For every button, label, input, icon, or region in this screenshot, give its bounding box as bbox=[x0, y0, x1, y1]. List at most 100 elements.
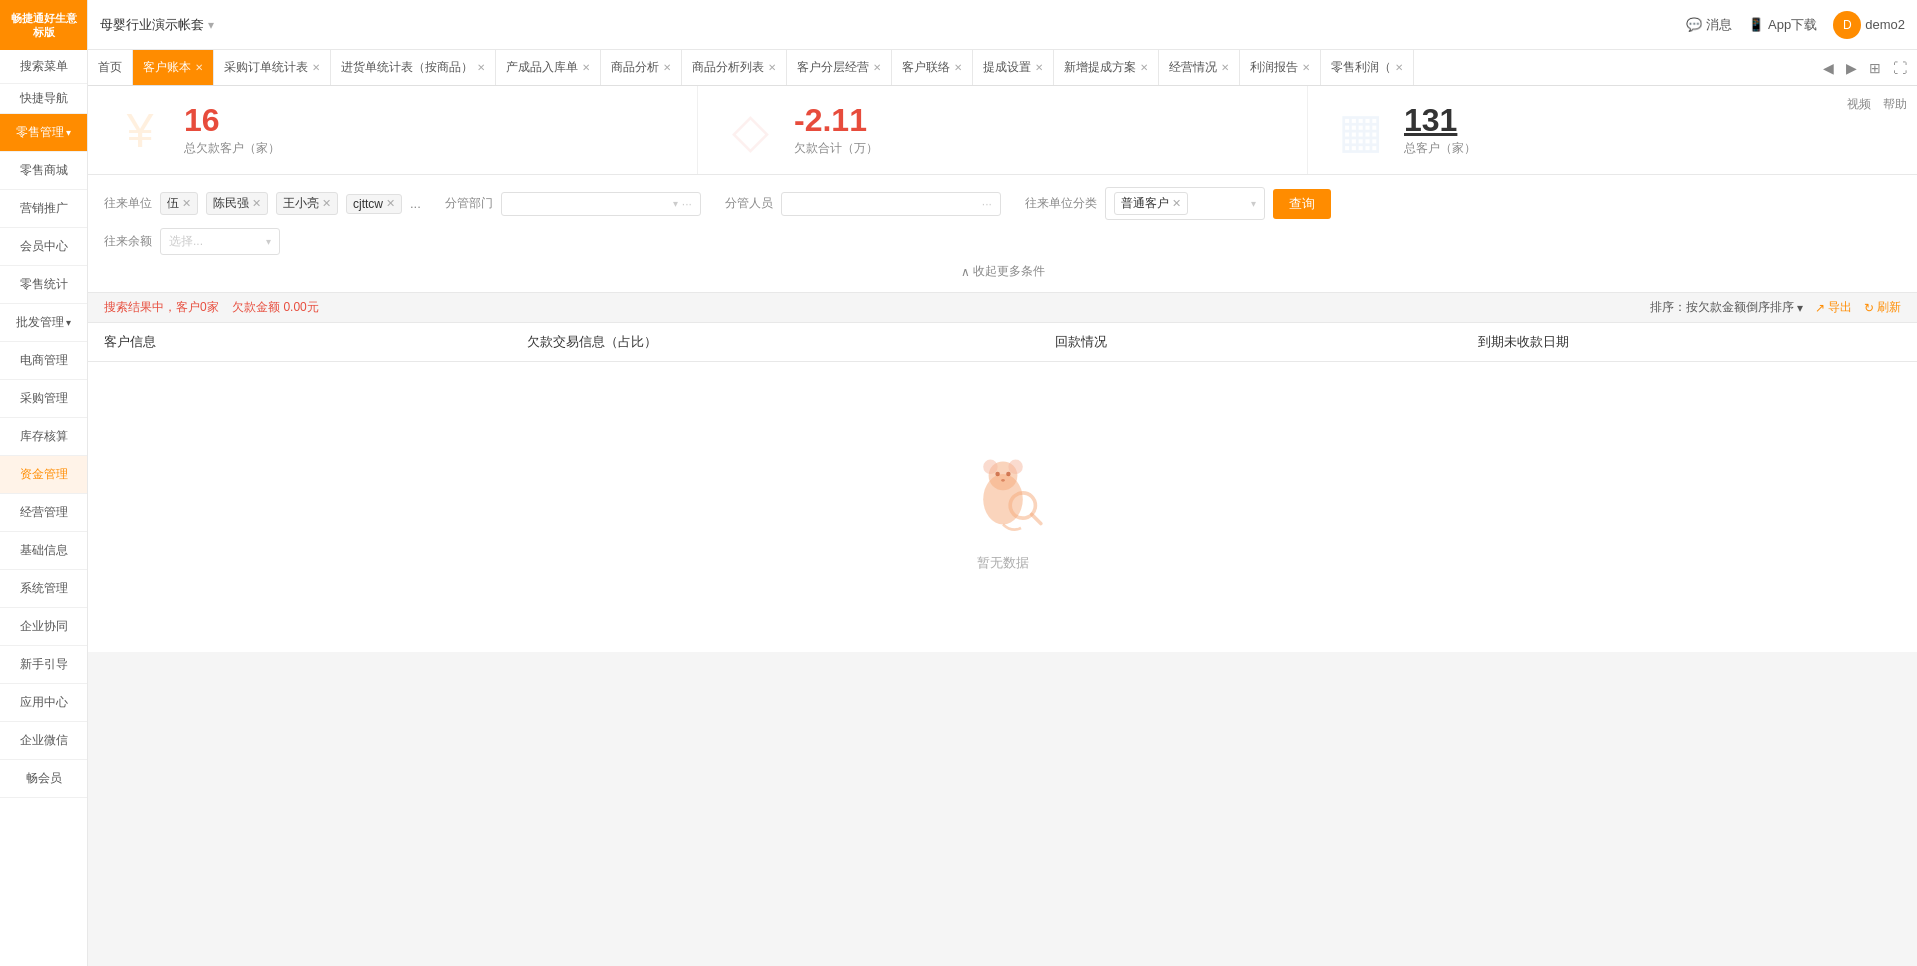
filter-unit-class-dropdown[interactable]: 普通客户 ✕ ▾ bbox=[1105, 187, 1265, 220]
tab-close-promotion-settings[interactable]: ✕ bbox=[1035, 62, 1043, 73]
filter-tag-unit-4[interactable]: cjttcw ✕ bbox=[346, 194, 402, 214]
svg-point-2 bbox=[983, 460, 997, 474]
tab-instock-stats[interactable]: 进货单统计表（按商品） ✕ bbox=[331, 50, 496, 86]
tab-profit-report[interactable]: 利润报告 ✕ bbox=[1240, 50, 1321, 86]
collapse-button[interactable]: ∧ 收起更多条件 bbox=[961, 263, 1045, 280]
filter-tag-unit-2[interactable]: 陈民强 ✕ bbox=[206, 192, 268, 215]
sidebar-item-member-center[interactable]: 会员中心 bbox=[0, 228, 87, 266]
tab-next-btn[interactable]: ▶ bbox=[1842, 58, 1861, 78]
sidebar-item-wholesale-mgmt[interactable]: 批发管理 ▾ bbox=[0, 304, 87, 342]
account-selector[interactable]: 母婴行业演示帐套 ▾ bbox=[100, 16, 214, 34]
sidebar-item-retail-mgmt[interactable]: 零售管理 ▾ bbox=[0, 114, 87, 152]
tab-customer-contact[interactable]: 客户联络 ✕ bbox=[892, 50, 973, 86]
tab-fullscreen-btn[interactable]: ⛶ bbox=[1889, 58, 1911, 78]
tab-close-new-promotion-plan[interactable]: ✕ bbox=[1140, 62, 1148, 73]
sidebar-item-purchase-mgmt[interactable]: 采购管理 bbox=[0, 380, 87, 418]
filter-tag-unit-1[interactable]: 伍 ✕ bbox=[160, 192, 198, 215]
stat-label-total-customers: 总客户（家） bbox=[1404, 140, 1476, 157]
stat-value-debt-customers: 16 bbox=[184, 104, 280, 136]
filter-tag-close-4[interactable]: ✕ bbox=[386, 197, 395, 210]
sidebar-item-operation[interactable]: 经营管理 bbox=[0, 494, 87, 532]
tab-close-product-analysis[interactable]: ✕ bbox=[663, 62, 671, 73]
filter-balance-dropdown[interactable]: 选择... ▾ bbox=[160, 228, 280, 255]
tab-customers[interactable]: 客户账本 ✕ bbox=[133, 50, 214, 86]
svg-point-4 bbox=[995, 472, 1000, 477]
topbar: 母婴行业演示帐套 ▾ 💬 消息 📱 App下载 D demo2 bbox=[88, 0, 1917, 50]
tab-close-customer-contact[interactable]: ✕ bbox=[954, 62, 962, 73]
sidebar-item-basic-info[interactable]: 基础信息 bbox=[0, 532, 87, 570]
tab-close-product-instock[interactable]: ✕ bbox=[582, 62, 590, 73]
tab-close-purchase-order[interactable]: ✕ bbox=[312, 62, 320, 73]
more-icon: ··· bbox=[682, 197, 692, 211]
download-icon: 📱 bbox=[1748, 17, 1764, 32]
export-button[interactable]: ↗ 导出 bbox=[1815, 299, 1852, 316]
message-icon: 💬 bbox=[1686, 17, 1702, 32]
sidebar-item-app-center[interactable]: 应用中心 bbox=[0, 684, 87, 722]
sidebar-item-vip-member[interactable]: 畅会员 bbox=[0, 760, 87, 798]
tab-close-operation-status[interactable]: ✕ bbox=[1221, 62, 1229, 73]
filter-category-tag: 普通客户 ✕ bbox=[1114, 192, 1188, 215]
empty-icon bbox=[953, 442, 1053, 542]
table-header: 客户信息 欠款交易信息（占比） 回款情况 到期未收款日期 bbox=[88, 323, 1917, 362]
stat-info-total-customers: 131 总客户（家） bbox=[1404, 104, 1476, 157]
chevron-down-icon: ▾ bbox=[266, 236, 271, 247]
tab-purchase-order[interactable]: 采购订单统计表 ✕ bbox=[214, 50, 331, 86]
sidebar-item-enterprise-wechat[interactable]: 企业微信 bbox=[0, 722, 87, 760]
app-download-btn[interactable]: 📱 App下载 bbox=[1748, 16, 1817, 34]
filter-person-input[interactable]: ··· bbox=[781, 192, 1001, 216]
stat-label-debt-total: 欠款合计（万） bbox=[794, 140, 878, 157]
tab-close-customer-tier[interactable]: ✕ bbox=[873, 62, 881, 73]
sort-selector[interactable]: 排序：按欠款金额倒序排序 ▾ bbox=[1650, 299, 1803, 316]
tab-product-analysis[interactable]: 商品分析 ✕ bbox=[601, 50, 682, 86]
tab-close-retail-profit[interactable]: ✕ bbox=[1395, 62, 1403, 73]
sidebar-item-quick-nav[interactable]: 快捷导航 bbox=[0, 84, 87, 114]
filter-tag-close-category[interactable]: ✕ bbox=[1172, 197, 1181, 210]
stat-value-total-customers: 131 bbox=[1404, 104, 1476, 136]
user-avatar[interactable]: D demo2 bbox=[1833, 11, 1905, 39]
tab-product-analysis-list[interactable]: 商品分析列表 ✕ bbox=[682, 50, 787, 86]
sidebar-item-newbie-guide[interactable]: 新手引导 bbox=[0, 646, 87, 684]
tab-close-product-analysis-list[interactable]: ✕ bbox=[768, 62, 776, 73]
tab-customer-tier[interactable]: 客户分层经营 ✕ bbox=[787, 50, 892, 86]
tab-promotion-settings[interactable]: 提成设置 ✕ bbox=[973, 50, 1054, 86]
message-btn[interactable]: 💬 消息 bbox=[1686, 16, 1732, 34]
sidebar-item-system-mgmt[interactable]: 系统管理 bbox=[0, 570, 87, 608]
filter-tag-close-3[interactable]: ✕ bbox=[322, 197, 331, 210]
sidebar-item-ecommerce[interactable]: 电商管理 bbox=[0, 342, 87, 380]
sidebar-item-marketing[interactable]: 营销推广 bbox=[0, 190, 87, 228]
tab-home[interactable]: 首页 bbox=[88, 50, 133, 86]
tab-new-promotion-plan[interactable]: 新增提成方案 ✕ bbox=[1054, 50, 1159, 86]
tab-close-instock-stats[interactable]: ✕ bbox=[477, 62, 485, 73]
filter-tag-more[interactable]: ... bbox=[410, 196, 421, 211]
tab-expand-btn[interactable]: ⊞ bbox=[1865, 58, 1885, 78]
filter-tag-unit-3[interactable]: 王小亮 ✕ bbox=[276, 192, 338, 215]
query-button[interactable]: 查询 bbox=[1273, 189, 1331, 219]
tab-retail-profit[interactable]: 零售利润（ ✕ bbox=[1321, 50, 1414, 86]
sidebar-item-finance[interactable]: 资金管理 bbox=[0, 456, 87, 494]
chevron-down-icon: ▾ bbox=[208, 18, 214, 32]
sidebar-item-retail-stats[interactable]: 零售统计 bbox=[0, 266, 87, 304]
tab-prev-btn[interactable]: ◀ bbox=[1819, 58, 1838, 78]
filter-balance-label: 往来余额 bbox=[104, 233, 152, 250]
sidebar-item-retail-mall[interactable]: 零售商城 bbox=[0, 152, 87, 190]
stat-card-debt-customers: ¥ 16 总欠款客户（家） bbox=[88, 86, 698, 174]
filter-tag-close-1[interactable]: ✕ bbox=[182, 197, 191, 210]
tab-close-customers[interactable]: ✕ bbox=[195, 62, 203, 73]
refresh-button[interactable]: ↻ 刷新 bbox=[1864, 299, 1901, 316]
tab-product-instock[interactable]: 产成品入库单 ✕ bbox=[496, 50, 601, 86]
stat-video-link[interactable]: 视频 bbox=[1847, 96, 1871, 113]
svg-point-5 bbox=[1006, 472, 1011, 477]
filter-tag-close-2[interactable]: ✕ bbox=[252, 197, 261, 210]
stat-info-debt-customers: 16 总欠款客户（家） bbox=[184, 104, 280, 157]
sidebar-item-search[interactable]: 搜索菜单 bbox=[0, 50, 87, 84]
tab-close-profit-report[interactable]: ✕ bbox=[1302, 62, 1310, 73]
col-header-customer: 客户信息 bbox=[104, 333, 527, 351]
sidebar-item-company-collab[interactable]: 企业协同 bbox=[0, 608, 87, 646]
filter-dept-dropdown[interactable]: ▾ ··· bbox=[501, 192, 701, 216]
chevron-down-icon: ▾ bbox=[1251, 198, 1256, 209]
topbar-left: 母婴行业演示帐套 ▾ bbox=[100, 16, 214, 34]
stat-help-link[interactable]: 帮助 bbox=[1883, 96, 1907, 113]
tab-operation-status[interactable]: 经营情况 ✕ bbox=[1159, 50, 1240, 86]
sidebar-item-inventory[interactable]: 库存核算 bbox=[0, 418, 87, 456]
tabbar: 首页 客户账本 ✕ 采购订单统计表 ✕ 进货单统计表（按商品） ✕ 产成品入库单… bbox=[88, 50, 1917, 86]
